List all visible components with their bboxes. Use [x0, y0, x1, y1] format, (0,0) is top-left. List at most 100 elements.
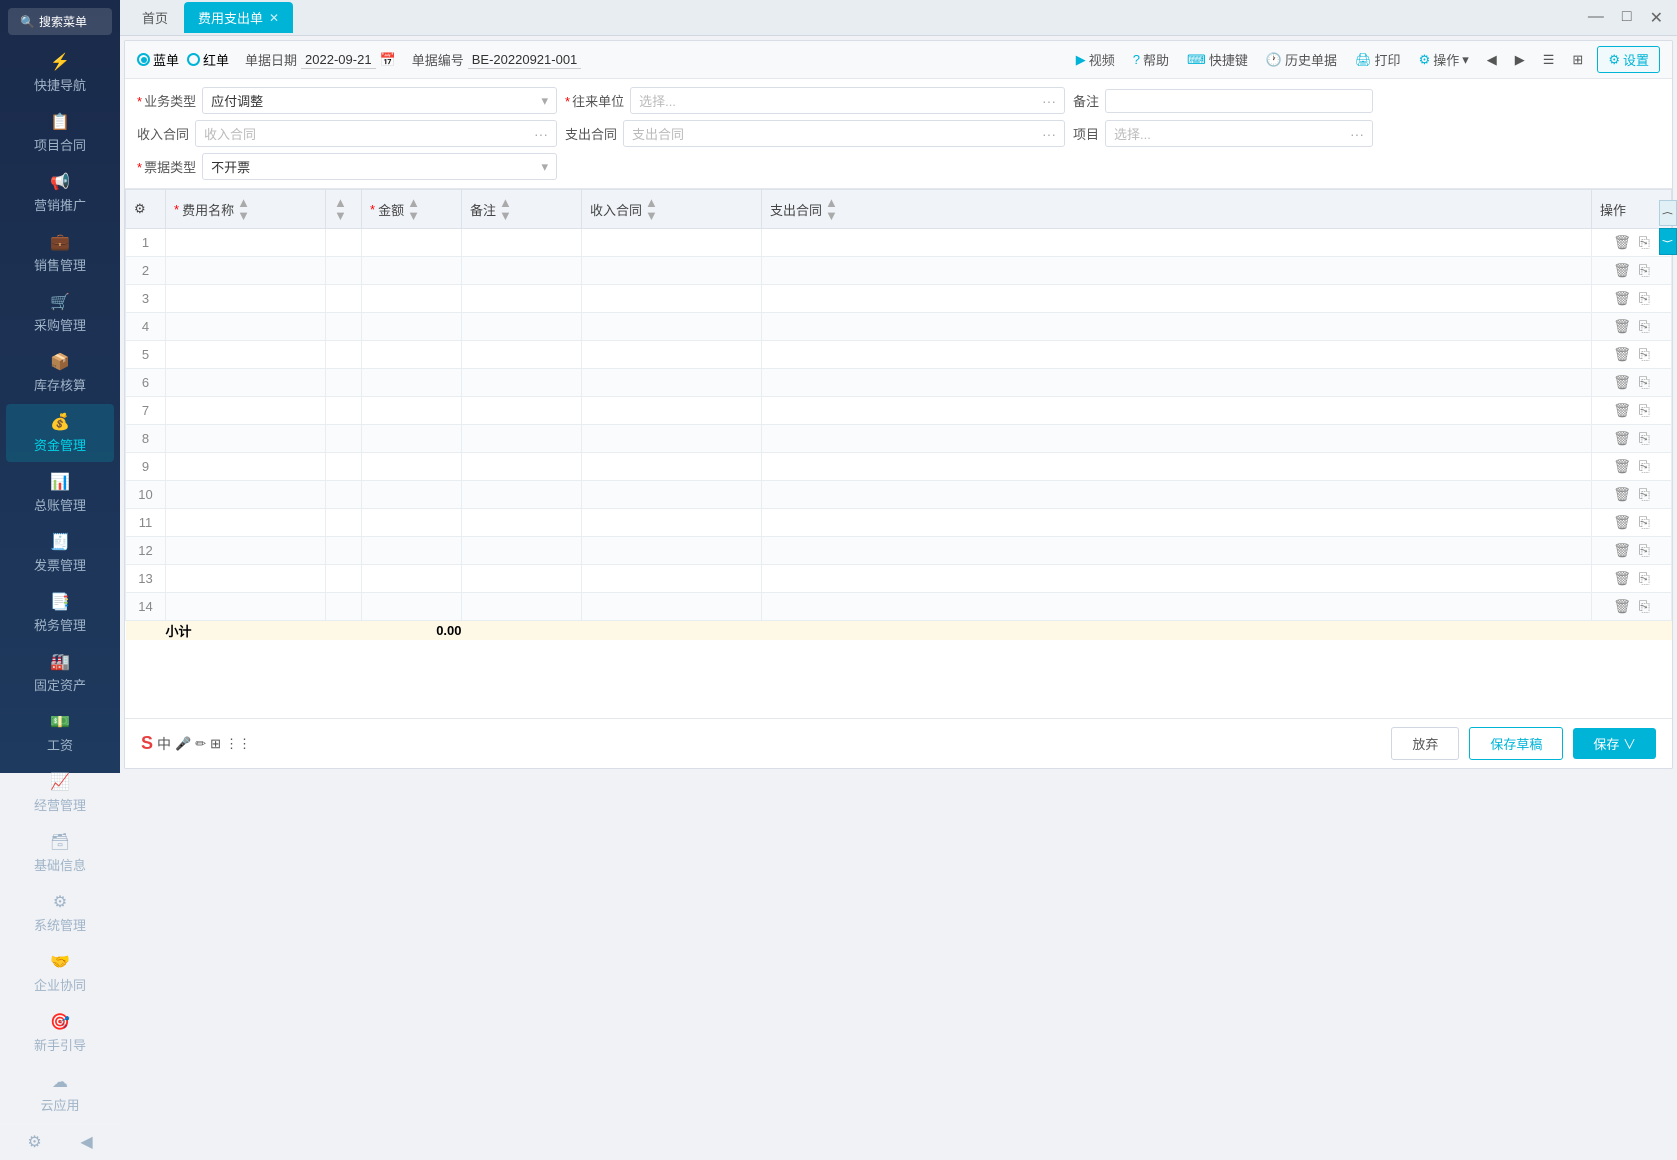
- expense-contract-input[interactable]: 支出合同 ···: [623, 120, 1065, 147]
- sidebar-item-system[interactable]: ⚙ 系统管理: [6, 884, 114, 942]
- copy-row-icon[interactable]: ⎘: [1639, 374, 1650, 390]
- expense-name-cell[interactable]: [166, 565, 326, 593]
- income-cell[interactable]: [582, 565, 762, 593]
- spend-cell[interactable]: [762, 425, 1592, 453]
- copy-row-icon[interactable]: ⎘: [1639, 458, 1650, 474]
- income-cell[interactable]: [582, 425, 762, 453]
- remark-cell[interactable]: [462, 565, 582, 593]
- biz-type-select[interactable]: 应付调整 ▾: [202, 87, 557, 114]
- delete-row-icon[interactable]: 🗑: [1613, 542, 1631, 558]
- th-remark[interactable]: 备注 ▲▼: [462, 190, 582, 229]
- sidebar-item-tax[interactable]: 📑 税务管理: [6, 584, 114, 642]
- copy-row-icon[interactable]: ⎘: [1639, 318, 1650, 334]
- income-cell[interactable]: [582, 313, 762, 341]
- calendar-icon[interactable]: 📅: [380, 52, 396, 68]
- amount-cell[interactable]: [362, 509, 462, 537]
- sidebar-item-salary[interactable]: 💵 工资: [6, 704, 114, 762]
- copy-row-icon[interactable]: ⎘: [1639, 570, 1650, 586]
- delete-row-icon[interactable]: 🗑: [1613, 402, 1631, 418]
- income-cell[interactable]: [582, 509, 762, 537]
- spend-cell[interactable]: [762, 509, 1592, 537]
- close-icon[interactable]: ✕: [1644, 6, 1669, 30]
- shortcut-btn[interactable]: ⌨ 快捷键: [1183, 48, 1252, 71]
- tab-home[interactable]: 首页: [128, 2, 182, 33]
- expense-name-cell[interactable]: [166, 369, 326, 397]
- amount-cell[interactable]: [362, 593, 462, 621]
- expense-name-cell[interactable]: [166, 453, 326, 481]
- sidebar-item-newbie[interactable]: 🎯 新手引导: [6, 1004, 114, 1062]
- action-btn[interactable]: ⚙ 操作 ▾: [1415, 48, 1473, 71]
- sidebar-search[interactable]: 🔍 搜索菜单: [8, 8, 112, 35]
- sidebar-item-marketing[interactable]: 📢 营销推广: [6, 164, 114, 222]
- th-spend[interactable]: 支出合同 ▲▼: [762, 190, 1592, 229]
- copy-row-icon[interactable]: ⎘: [1639, 598, 1650, 614]
- red-bill-radio[interactable]: 红单: [187, 50, 229, 69]
- spend-cell[interactable]: [762, 565, 1592, 593]
- doc-num-value[interactable]: BE-20220921-001: [468, 51, 582, 69]
- grid-view-btn[interactable]: ⊞: [1568, 50, 1587, 70]
- expense-name-cell[interactable]: [166, 257, 326, 285]
- spend-cell[interactable]: [762, 593, 1592, 621]
- expense-name-cell[interactable]: [166, 509, 326, 537]
- delete-row-icon[interactable]: 🗑: [1613, 346, 1631, 362]
- remark-cell[interactable]: [462, 369, 582, 397]
- expense-name-cell[interactable]: [166, 341, 326, 369]
- amount-cell[interactable]: [362, 481, 462, 509]
- income-cell[interactable]: [582, 537, 762, 565]
- delete-row-icon[interactable]: 🗑: [1613, 290, 1631, 306]
- th-amount[interactable]: * 金额 ▲▼: [362, 190, 462, 229]
- sidebar-item-purchase[interactable]: 🛒 采购管理: [6, 284, 114, 342]
- copy-row-icon[interactable]: ⎘: [1639, 262, 1650, 278]
- spend-cell[interactable]: [762, 481, 1592, 509]
- copy-row-icon[interactable]: ⎘: [1639, 542, 1650, 558]
- amount-cell[interactable]: [362, 229, 462, 257]
- delete-row-icon[interactable]: 🗑: [1613, 598, 1631, 614]
- spend-cell[interactable]: [762, 369, 1592, 397]
- remark-cell[interactable]: [462, 257, 582, 285]
- remark-cell[interactable]: [462, 229, 582, 257]
- remark-cell[interactable]: [462, 453, 582, 481]
- tab-close-icon[interactable]: ✕: [269, 11, 279, 25]
- copy-row-icon[interactable]: ⎘: [1639, 514, 1650, 530]
- remark-cell[interactable]: [462, 593, 582, 621]
- expense-name-cell[interactable]: [166, 285, 326, 313]
- remark-cell[interactable]: [462, 425, 582, 453]
- amount-cell[interactable]: [362, 453, 462, 481]
- expense-name-cell[interactable]: [166, 425, 326, 453]
- date-value[interactable]: 2022-09-21: [301, 51, 376, 69]
- sidebar-item-shortcut[interactable]: ⚡ 快捷导航: [6, 44, 114, 102]
- copy-row-icon[interactable]: ⎘: [1639, 234, 1650, 250]
- copy-row-icon[interactable]: ⎘: [1639, 430, 1650, 446]
- spend-cell[interactable]: [762, 537, 1592, 565]
- spend-cell[interactable]: [762, 453, 1592, 481]
- remark-cell[interactable]: [462, 341, 582, 369]
- expense-name-cell[interactable]: [166, 229, 326, 257]
- amount-cell[interactable]: [362, 397, 462, 425]
- income-cell[interactable]: [582, 481, 762, 509]
- print-btn[interactable]: 🖨 打印: [1351, 48, 1405, 71]
- income-cell[interactable]: [582, 229, 762, 257]
- sidebar-item-cloud[interactable]: ☁ 云应用: [6, 1064, 114, 1122]
- spend-cell[interactable]: [762, 341, 1592, 369]
- nav-next-btn[interactable]: ▶: [1511, 50, 1529, 70]
- income-cell[interactable]: [582, 397, 762, 425]
- th-config[interactable]: ⚙: [126, 190, 166, 229]
- remark-cell[interactable]: [462, 285, 582, 313]
- delete-row-icon[interactable]: 🗑: [1613, 374, 1631, 390]
- delete-row-icon[interactable]: 🗑: [1613, 514, 1631, 530]
- list-view-btn[interactable]: ☰: [1539, 50, 1559, 70]
- spend-cell[interactable]: [762, 313, 1592, 341]
- invoice-type-select[interactable]: 不开票 ▾: [202, 153, 557, 180]
- income-cell[interactable]: [582, 341, 762, 369]
- remark-cell[interactable]: [462, 481, 582, 509]
- amount-cell[interactable]: [362, 257, 462, 285]
- right-tab-2[interactable]: ⟩: [1659, 228, 1677, 254]
- sidebar-item-sales[interactable]: 💼 销售管理: [6, 224, 114, 282]
- save-button[interactable]: 保存 ∨: [1573, 728, 1656, 759]
- remark-cell[interactable]: [462, 397, 582, 425]
- sidebar-item-project[interactable]: 📋 项目合同: [6, 104, 114, 162]
- sidebar-item-inventory[interactable]: 📦 库存核算: [6, 344, 114, 402]
- history-btn[interactable]: 🕐 历史单据: [1262, 48, 1341, 71]
- partner-input[interactable]: 选择... ···: [630, 87, 1065, 114]
- remark-input[interactable]: [1105, 89, 1373, 113]
